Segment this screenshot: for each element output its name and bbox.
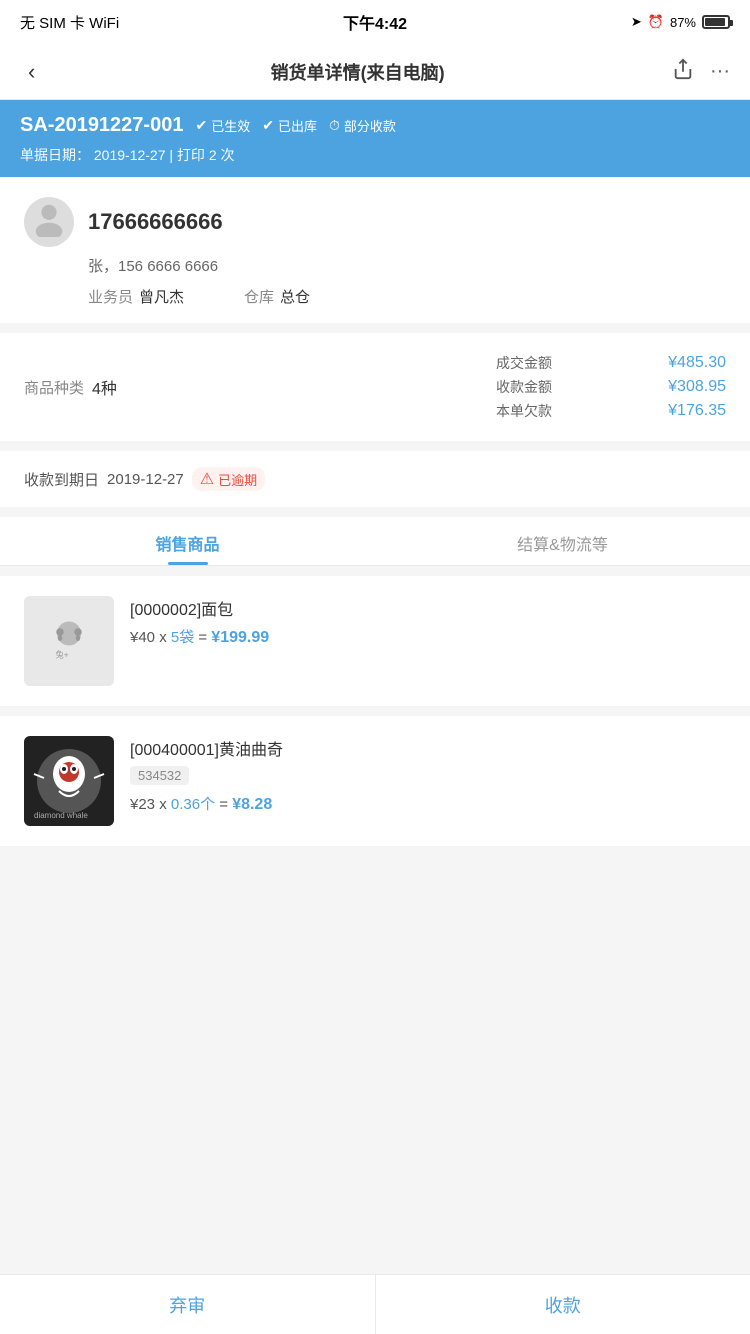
customer-meta: 业务员 曾凡杰 仓库 总仓 [88, 286, 726, 307]
payment-due-date: 2019-12-27 [107, 471, 184, 488]
debt-amount-value: ¥176.35 [668, 402, 726, 420]
tab-products[interactable]: 销售商品 [0, 517, 375, 565]
customer-name-phone: 张，156 6666 6666 [88, 255, 726, 276]
order-date-print: 单据日期： 2019-12-27 | 打印 2 次 [20, 145, 730, 165]
tab-settlement[interactable]: 结算&物流等 [375, 517, 750, 565]
tabs-section: 销售商品 结算&物流等 [0, 517, 750, 566]
customer-section: 17666666666 张，156 6666 6666 业务员 曾凡杰 仓库 总… [0, 177, 750, 323]
received-amount-label: 收款金额 [496, 377, 552, 397]
cancel-review-button[interactable]: 弃审 [0, 1275, 375, 1334]
share-button[interactable] [672, 58, 694, 86]
product-info-1: [0000002]面包 ¥40 x 5袋 = ¥199.99 [130, 596, 726, 647]
location-icon: ➤ [631, 14, 642, 30]
back-button[interactable]: ‹ [20, 51, 43, 93]
debt-amount-label: 本单欠款 [496, 401, 552, 421]
status-partial-payment: ⏱ 部分收款 [329, 116, 396, 135]
overdue-text: 已逾期 [218, 470, 257, 489]
status-left: 无 SIM 卡 WiFi [20, 12, 119, 33]
overdue-badge: ⚠ 已逾期 [192, 467, 265, 491]
divider-1 [0, 323, 750, 333]
battery-icon [702, 15, 730, 29]
product-price-2: ¥23 x 0.36个 = ¥8.28 [130, 793, 726, 814]
nav-bar: ‹ 销货单详情(来自电脑) ··· [0, 44, 750, 100]
deal-amount-value: ¥485.30 [668, 354, 726, 372]
salesperson-value: 曾凡杰 [139, 286, 184, 307]
payment-due-section: 收款到期日 2019-12-27 ⚠ 已逾期 [0, 451, 750, 507]
product-type-count: 4种 [92, 375, 117, 399]
product-sku-2: 534532 [130, 766, 189, 785]
check-icon-1: ✔ [195, 117, 207, 134]
clock-icon: ⏱ [329, 117, 340, 134]
page-title: 销货单详情(来自电脑) [271, 59, 445, 85]
tab-underline [168, 562, 208, 565]
status-right: ➤ ⏰ 87% [631, 14, 730, 30]
bottom-bar: 弃审 收款 [0, 1274, 750, 1334]
order-number: SA-20191227-001 [20, 114, 183, 137]
warehouse-value: 总仓 [280, 286, 310, 307]
product-type-label: 商品种类 [24, 377, 84, 398]
deal-amount-label: 成交金额 [496, 353, 552, 373]
more-button[interactable]: ··· [710, 60, 730, 83]
battery-percent: 87% [670, 15, 696, 30]
check-icon-2: ✔ [262, 117, 274, 134]
warehouse-label: 仓库 [244, 286, 274, 307]
product-thumb-1: 兔+ [24, 596, 114, 686]
salesperson-label: 业务员 [88, 286, 133, 307]
summary-section: 商品种类 4种 成交金额 ¥485.30 收款金额 ¥308.95 本单欠款 ¥… [0, 333, 750, 441]
product-item-1: 兔+ [0000002]面包 ¥40 x 5袋 = ¥199.99 [0, 576, 750, 706]
payment-due-label: 收款到期日 [24, 469, 99, 490]
product-info-2: [000400001]黄油曲奇 534532 ¥23 x 0.36个 = ¥8.… [130, 736, 726, 814]
product-thumb-2: diamond whale [24, 736, 114, 826]
status-time: 下午4:42 [343, 10, 407, 34]
received-amount-value: ¥308.95 [668, 378, 726, 396]
product-name-2: [000400001]黄油曲奇 [130, 736, 726, 760]
order-header-banner: SA-20191227-001 ✔ 已生效 ✔ 已出库 ⏱ 部分收款 单据日期：… [0, 100, 750, 177]
divider-3 [0, 507, 750, 517]
avatar [24, 197, 74, 247]
product-price-1: ¥40 x 5袋 = ¥199.99 [130, 626, 726, 647]
user-avatar-icon [30, 199, 68, 245]
nav-actions: ··· [672, 58, 730, 86]
overdue-icon: ⚠ [200, 469, 214, 489]
svg-text:兔+: 兔+ [56, 650, 69, 660]
collect-payment-button[interactable]: 收款 [376, 1275, 750, 1334]
alarm-icon: ⏰ [648, 14, 664, 30]
product-list: 兔+ [0000002]面包 ¥40 x 5袋 = ¥199.99 [0, 576, 750, 846]
status-effective: ✔ 已生效 [195, 116, 250, 135]
product-item-2: diamond whale [000400001]黄油曲奇 534532 ¥23… [0, 716, 750, 846]
status-shipped: ✔ 已出库 [262, 116, 317, 135]
svg-text:diamond whale: diamond whale [34, 811, 88, 820]
status-bar: 无 SIM 卡 WiFi 下午4:42 ➤ ⏰ 87% [0, 0, 750, 44]
customer-phone: 17666666666 [88, 209, 223, 235]
product-name-1: [0000002]面包 [130, 596, 726, 620]
sim-status: 无 SIM 卡 WiFi [20, 12, 119, 33]
divider-2 [0, 441, 750, 451]
